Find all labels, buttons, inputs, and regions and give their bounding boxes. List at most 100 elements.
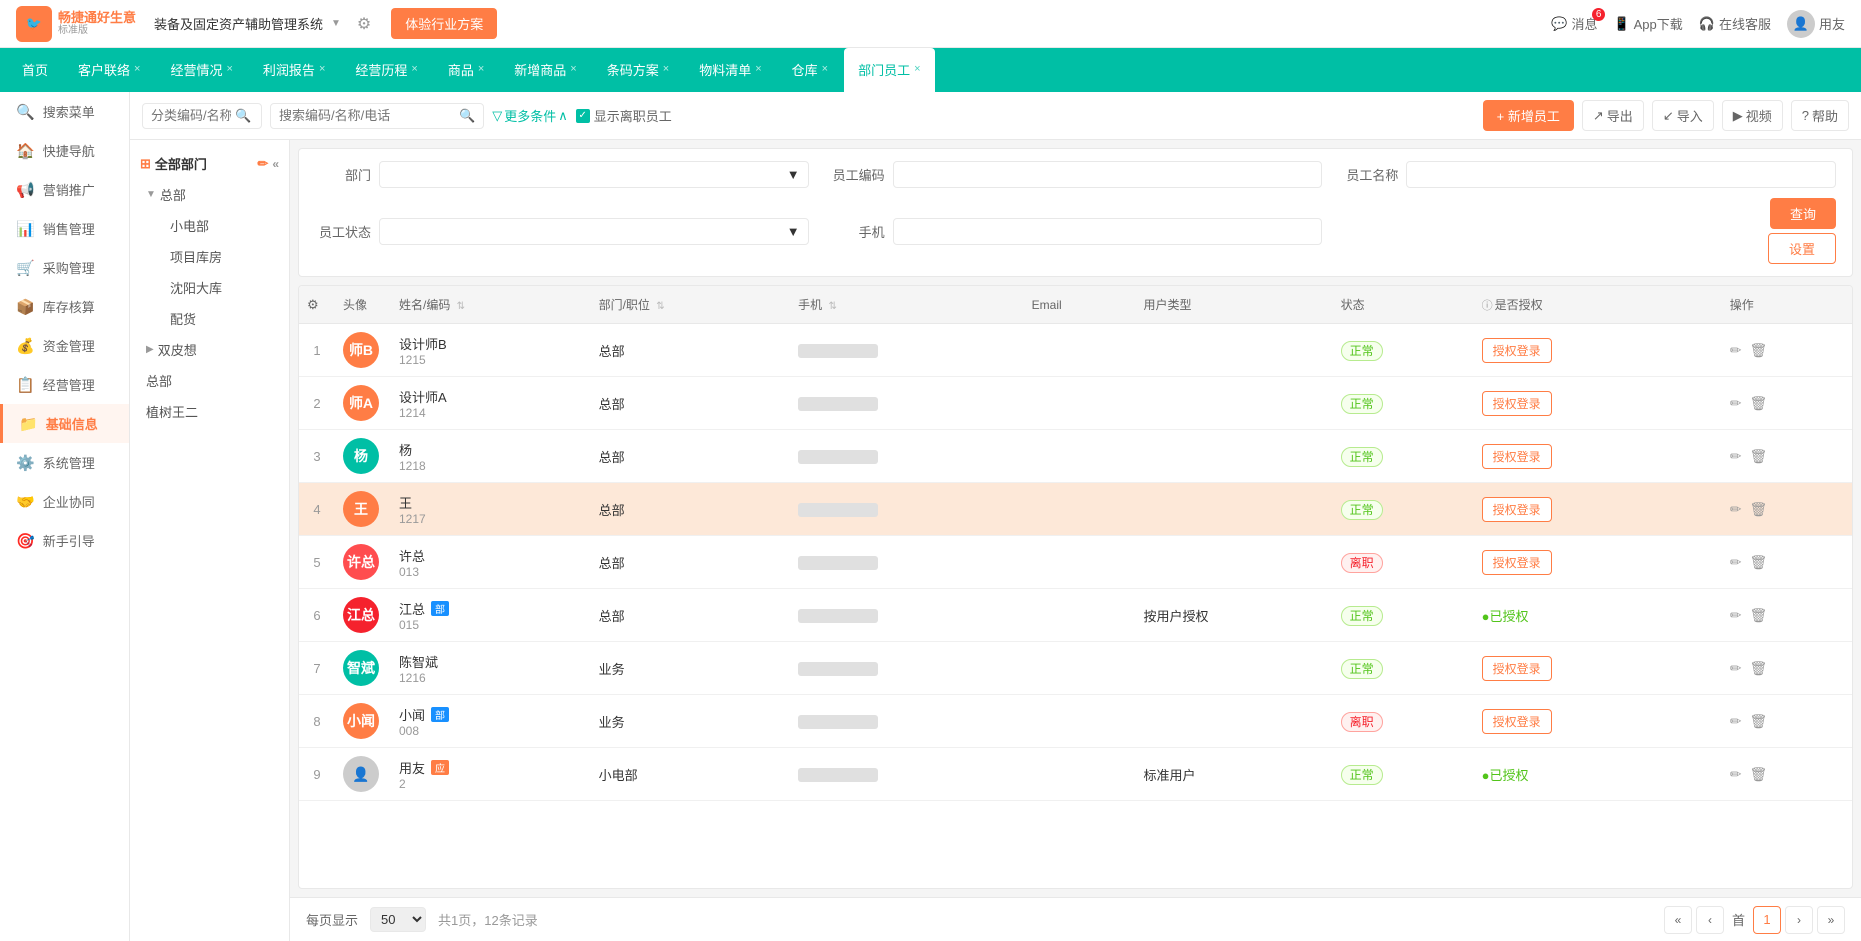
filter-status-select[interactable]: ▼	[379, 218, 809, 245]
th-dept-position[interactable]: 部门/职位 ⇅	[591, 286, 791, 324]
dept-collapse-btn[interactable]: «	[272, 157, 279, 171]
nav-item-warehouse[interactable]: 仓库 ×	[778, 48, 842, 92]
auth-login-button[interactable]: 授权登录	[1482, 391, 1552, 416]
import-button[interactable]: ↙ 导入	[1652, 100, 1714, 131]
sidebar-item-operations-mgmt[interactable]: 📋 经营管理	[0, 365, 129, 404]
sidebar-item-basic-info[interactable]: 📁 基础信息	[0, 404, 129, 443]
delete-icon[interactable]: 🗑	[1750, 607, 1768, 624]
filter-dept-select[interactable]: ▼	[379, 161, 809, 188]
th-name-code[interactable]: 姓名/编码 ⇅	[391, 286, 591, 324]
first-page-button[interactable]: «	[1664, 906, 1692, 934]
nav-close-history[interactable]: ×	[411, 63, 417, 75]
prev-page-button[interactable]: ‹	[1696, 906, 1724, 934]
next-page-button[interactable]: ›	[1785, 906, 1813, 934]
category-search-icon[interactable]: 🔍	[235, 108, 251, 124]
more-filter-button[interactable]: ▽ 更多条件 ∧	[492, 106, 568, 125]
add-employee-button[interactable]: + 新增员工	[1483, 100, 1574, 131]
dept-node-shenyang[interactable]: 沈阳大库	[160, 272, 289, 303]
delete-icon[interactable]: 🗑	[1750, 766, 1768, 783]
sidebar-item-inventory[interactable]: 📦 库存核算	[0, 287, 129, 326]
filter-code-input[interactable]	[893, 161, 1323, 188]
nav-item-barcode[interactable]: 条码方案 ×	[593, 48, 683, 92]
th-settings[interactable]: ⚙	[299, 286, 335, 324]
user-menu[interactable]: 👤 用友	[1787, 10, 1845, 38]
filter-phone-input[interactable]	[893, 218, 1323, 245]
nav-close-warehouse[interactable]: ×	[822, 63, 828, 75]
dept-edit-icon[interactable]: ✏	[257, 156, 268, 172]
main-search-icon[interactable]: 🔍	[459, 108, 475, 124]
auth-login-button[interactable]: 授权登录	[1482, 338, 1552, 363]
dept-tree-header[interactable]: ⊞ 全部部门 ✏ «	[130, 148, 289, 179]
delete-icon[interactable]: 🗑	[1750, 713, 1768, 730]
sidebar-item-nav[interactable]: 🏠 快捷导航	[0, 131, 129, 170]
edit-icon[interactable]: ✏	[1730, 342, 1742, 359]
delete-icon[interactable]: 🗑	[1750, 660, 1768, 677]
nav-item-customer[interactable]: 客户联络 ×	[64, 48, 154, 92]
edit-icon[interactable]: ✏	[1730, 554, 1742, 571]
sidebar-item-marketing[interactable]: 📢 营销推广	[0, 170, 129, 209]
nav-close-add-goods[interactable]: ×	[570, 63, 576, 75]
sidebar-item-sales[interactable]: 📊 销售管理	[0, 209, 129, 248]
dept-node-peihuo[interactable]: 配货	[160, 303, 289, 334]
nav-close-bom[interactable]: ×	[755, 63, 761, 75]
nav-item-add-goods[interactable]: 新增商品 ×	[500, 48, 590, 92]
gear-icon[interactable]: ⚙	[357, 14, 371, 34]
sidebar-item-collab[interactable]: 🤝 企业协同	[0, 482, 129, 521]
sidebar-item-search[interactable]: 🔍 搜索菜单	[0, 92, 129, 131]
dept-node-xiaodian[interactable]: 小电部	[160, 210, 289, 241]
dept-node-zongbu2[interactable]: 总部	[130, 365, 289, 396]
trial-button[interactable]: 体验行业方案	[391, 8, 497, 39]
search-button[interactable]: 查询	[1770, 198, 1836, 229]
nav-close-goods[interactable]: ×	[478, 63, 484, 75]
sidebar-item-guide[interactable]: 🎯 新手引导	[0, 521, 129, 560]
delete-icon[interactable]: 🗑	[1750, 501, 1768, 518]
nav-item-home[interactable]: 首页	[8, 48, 62, 92]
app-download-button[interactable]: 📱 App下载	[1613, 14, 1682, 33]
th-phone[interactable]: 手机 ⇅	[790, 286, 1023, 324]
video-button[interactable]: ▶ 视频	[1722, 100, 1783, 131]
message-button[interactable]: 💬 消息 6	[1551, 14, 1597, 33]
nav-close-operations[interactable]: ×	[226, 63, 232, 75]
nav-item-operations[interactable]: 经营情况 ×	[156, 48, 246, 92]
main-search-input[interactable]	[279, 108, 455, 123]
nav-item-employees[interactable]: 部门员工 ×	[844, 48, 934, 92]
dept-node-zongbu[interactable]: ▼ 总部	[130, 179, 289, 210]
last-page-button[interactable]: »	[1817, 906, 1845, 934]
auth-login-button[interactable]: 授权登录	[1482, 550, 1552, 575]
sidebar-item-finance[interactable]: 💰 资金管理	[0, 326, 129, 365]
dept-node-zhishu[interactable]: 植树王二	[130, 396, 289, 427]
dept-node-xiangmu[interactable]: 项目库房	[160, 241, 289, 272]
edit-icon[interactable]: ✏	[1730, 501, 1742, 518]
delete-icon[interactable]: 🗑	[1750, 448, 1768, 465]
sidebar-item-purchase[interactable]: 🛒 采购管理	[0, 248, 129, 287]
nav-close-profit[interactable]: ×	[319, 63, 325, 75]
edit-icon[interactable]: ✏	[1730, 660, 1742, 677]
dept-node-shuangpixiang[interactable]: ▶ 双皮想	[130, 334, 289, 365]
help-button[interactable]: ? 帮助	[1791, 100, 1849, 131]
sidebar-item-system[interactable]: ⚙️ 系统管理	[0, 443, 129, 482]
filter-name-input[interactable]	[1406, 161, 1836, 188]
nav-close-barcode[interactable]: ×	[663, 63, 669, 75]
auth-login-button[interactable]: 授权登录	[1482, 656, 1552, 681]
per-page-select[interactable]: 50 100 200	[370, 907, 426, 932]
online-service-button[interactable]: 🎧 在线客服	[1699, 14, 1771, 33]
edit-icon[interactable]: ✏	[1730, 766, 1742, 783]
nav-item-goods[interactable]: 商品 ×	[434, 48, 498, 92]
delete-icon[interactable]: 🗑	[1750, 554, 1768, 571]
edit-icon[interactable]: ✏	[1730, 713, 1742, 730]
edit-icon[interactable]: ✏	[1730, 448, 1742, 465]
nav-close-customer[interactable]: ×	[134, 63, 140, 75]
category-search-input[interactable]	[151, 108, 231, 123]
auth-login-button[interactable]: 授权登录	[1482, 709, 1552, 734]
delete-icon[interactable]: 🗑	[1750, 395, 1768, 412]
system-dropdown-arrow[interactable]: ▼	[331, 18, 341, 29]
nav-item-profit[interactable]: 利润报告 ×	[249, 48, 339, 92]
edit-icon[interactable]: ✏	[1730, 395, 1742, 412]
export-button[interactable]: ↗ 导出	[1582, 100, 1644, 131]
show-resigned-checkbox[interactable]: ✓ 显示离职员工	[576, 106, 672, 125]
nav-item-history[interactable]: 经营历程 ×	[341, 48, 431, 92]
nav-close-employees[interactable]: ×	[914, 63, 920, 75]
auth-login-button[interactable]: 授权登录	[1482, 497, 1552, 522]
nav-item-bom[interactable]: 物料清单 ×	[685, 48, 775, 92]
auth-login-button[interactable]: 授权登录	[1482, 444, 1552, 469]
